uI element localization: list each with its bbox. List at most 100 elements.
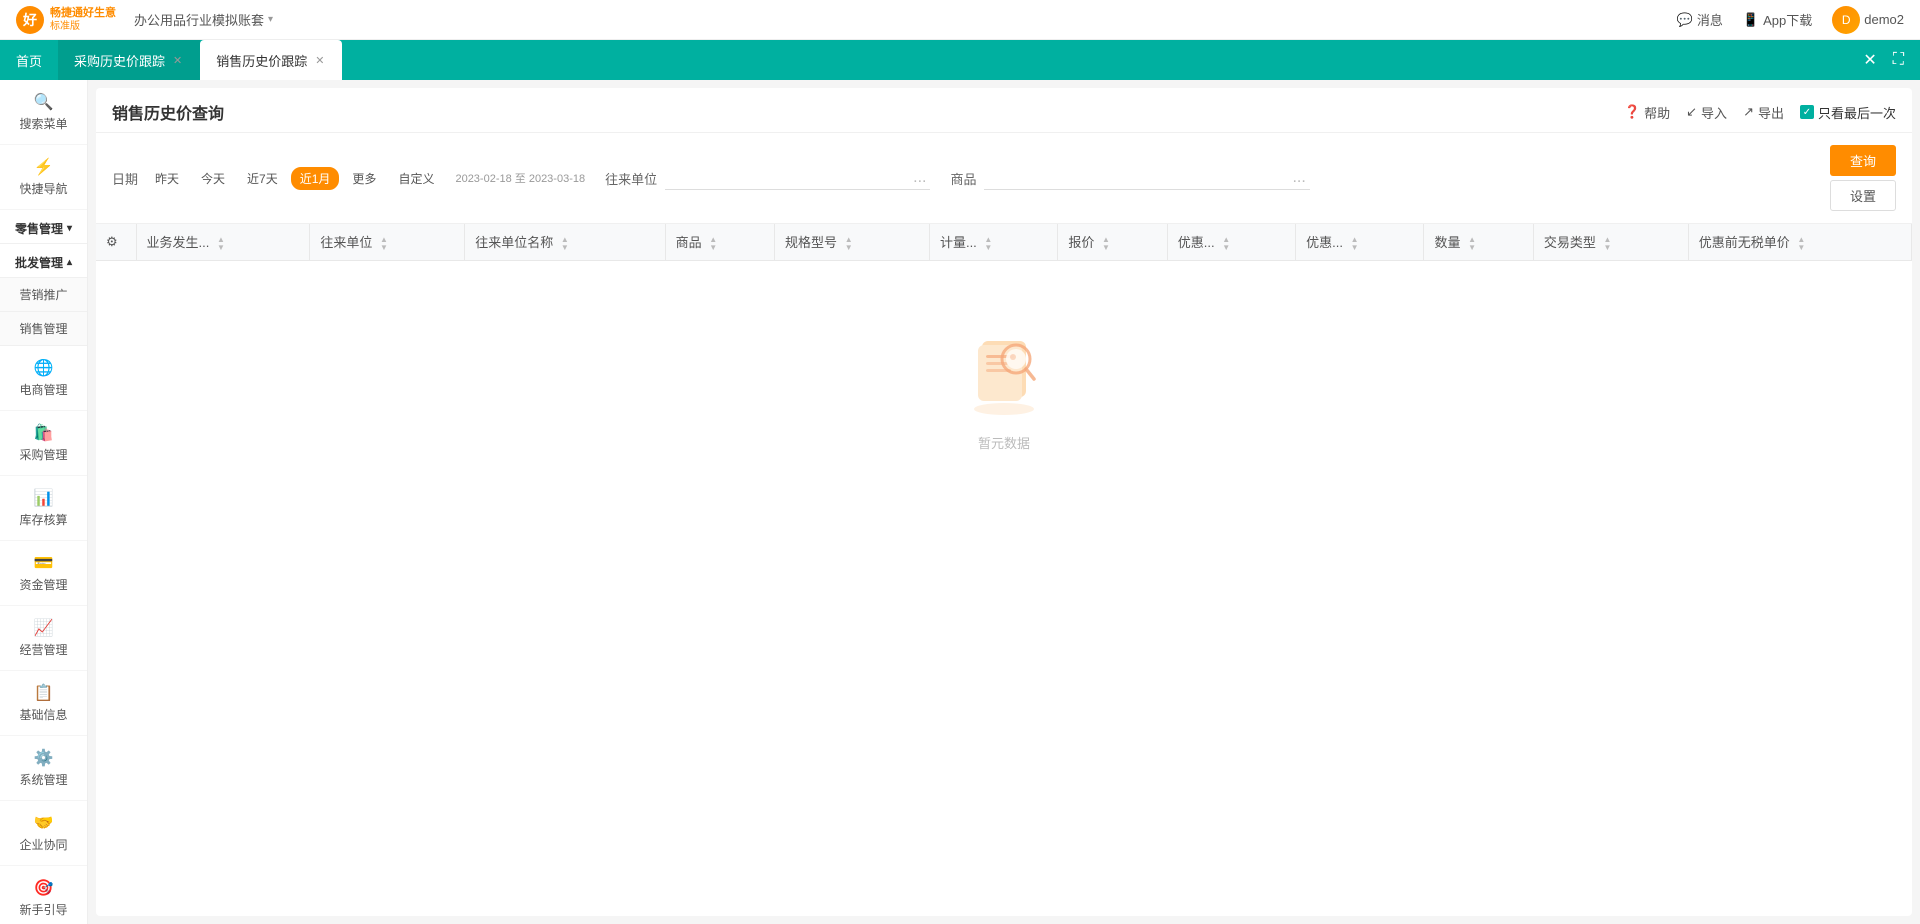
user-name: demo2 [1864, 12, 1904, 27]
sidebar-item-finance[interactable]: 💳 资金管理 [0, 541, 87, 606]
th-partner-code[interactable]: 往来单位 ▲▼ [310, 224, 465, 260]
date-btn-today[interactable]: 今天 [192, 167, 234, 190]
tab-purchase-history[interactable]: 采购历史价跟踪 ✕ [58, 40, 200, 80]
date-btn-1month[interactable]: 近1月 [291, 167, 340, 190]
sidebar-label-quick-nav: 快捷导航 [19, 180, 67, 197]
empty-icon [954, 321, 1054, 421]
sidebar-item-system[interactable]: ⚙️ 系统管理 [0, 736, 87, 801]
basic-info-icon: 📋 [34, 683, 54, 703]
sidebar-item-basic-info[interactable]: 📋 基础信息 [0, 671, 87, 736]
finance-icon: 💳 [34, 553, 54, 573]
import-icon: ↙ [1686, 104, 1697, 120]
sidebar-item-search-menu[interactable]: 🔍 搜索菜单 [0, 80, 87, 145]
th-product[interactable]: 商品 ▲▼ [665, 224, 774, 260]
date-btn-custom[interactable]: 自定义 [389, 167, 443, 190]
message-icon: 💬 [1677, 12, 1693, 28]
system-icon: ⚙️ [34, 748, 54, 768]
sidebar-item-operations[interactable]: 📈 经营管理 [0, 606, 87, 671]
help-button[interactable]: ❓ 帮助 [1624, 103, 1670, 122]
sidebar-item-marketing[interactable]: 营销推广 [0, 278, 87, 312]
tab-purchase-history-close[interactable]: ✕ [171, 52, 184, 69]
th-partner-name[interactable]: 往来单位名称 ▲▼ [465, 224, 665, 260]
date-options: 昨天 今天 近7天 近1月 更多 自定义 [146, 167, 443, 190]
product-label: 商品 [950, 169, 976, 188]
sidebar-label-system: 系统管理 [19, 771, 67, 788]
chevron-down-retail-icon: ▾ [67, 223, 72, 234]
sort-icon-partner-code: ▲▼ [380, 236, 388, 252]
app-selector[interactable]: 办公用品行业模拟账套 ▾ [126, 6, 281, 33]
sidebar-item-sales-mgmt[interactable]: 销售管理 [0, 312, 87, 346]
th-quantity[interactable]: 数量 ▲▼ [1424, 224, 1533, 260]
tab-sales-history-close[interactable]: ✕ [313, 52, 326, 69]
sidebar-label-search-menu: 搜索菜单 [19, 115, 67, 132]
app-download-button[interactable]: 📱 App下载 [1743, 10, 1812, 29]
sidebar-item-new-guide[interactable]: 🎯 新手引导 [0, 866, 87, 924]
product-input-wrap: ... [984, 167, 1309, 190]
sidebar-item-wholesale-mgmt[interactable]: 批发管理 ▴ [0, 244, 87, 278]
sort-icon-product: ▲▼ [709, 236, 717, 252]
sidebar-label-inventory: 库存核算 [19, 511, 67, 528]
operations-icon: 📈 [34, 618, 54, 638]
product-dots-button[interactable]: ... [1292, 169, 1305, 187]
app-name-label: 办公用品行业模拟账套 [134, 10, 264, 29]
action-buttons: 查询 设置 [1830, 145, 1896, 211]
tab-close-all-button[interactable]: ✕ [1859, 46, 1880, 74]
tab-fullscreen-button[interactable]: ⛶ [1889, 47, 1908, 73]
checkbox-icon: ✓ [1800, 105, 1814, 119]
sidebar-item-purchase[interactable]: 🛍️ 采购管理 [0, 411, 87, 476]
page-title: 销售历史价查询 [112, 100, 224, 124]
page-header: 销售历史价查询 ❓ 帮助 ↙ 导入 ↗ 导出 ✓ [96, 88, 1912, 133]
user-area[interactable]: D demo2 [1832, 6, 1904, 34]
product-input[interactable] [988, 170, 1288, 185]
export-button[interactable]: ↗ 导出 [1743, 103, 1784, 122]
app-download-label: App下载 [1763, 10, 1812, 29]
import-label: 导入 [1701, 103, 1727, 122]
logo-area: 好 畅捷通好生意 标准版 [16, 6, 116, 34]
only-last-label: 只看最后一次 [1818, 103, 1896, 122]
sidebar-label-purchase: 采购管理 [19, 446, 67, 463]
top-header: 好 畅捷通好生意 标准版 办公用品行业模拟账套 ▾ 💬 消息 📱 App下载 D… [0, 0, 1920, 40]
partner-input[interactable] [669, 170, 909, 185]
settings-button[interactable]: 设置 [1830, 180, 1896, 211]
only-last-checkbox[interactable]: ✓ 只看最后一次 [1800, 103, 1896, 122]
sidebar-label-operations: 经营管理 [19, 641, 67, 658]
sidebar-item-corp-agreement[interactable]: 🤝 企业协同 [0, 801, 87, 866]
sidebar-item-quick-nav[interactable]: ⚡ 快捷导航 [0, 145, 87, 210]
sort-icon-pretax-price: ▲▼ [1797, 236, 1805, 252]
partner-dots-button[interactable]: ... [913, 169, 926, 187]
th-quote[interactable]: 报价 ▲▼ [1058, 224, 1167, 260]
sidebar-item-ecommerce[interactable]: 🌐 电商管理 [0, 346, 87, 411]
sort-icon-quote: ▲▼ [1102, 236, 1110, 252]
sidebar-item-retail-mgmt[interactable]: 零售管理 ▾ [0, 210, 87, 244]
date-range-display: 2023-02-18 至 2023-03-18 [451, 170, 585, 186]
th-trade-type[interactable]: 交易类型 ▲▼ [1533, 224, 1688, 260]
query-button[interactable]: 查询 [1830, 145, 1896, 176]
help-label: 帮助 [1644, 103, 1670, 122]
th-discount2[interactable]: 优惠... ▲▼ [1296, 224, 1424, 260]
chevron-up-wholesale-icon: ▴ [67, 257, 72, 268]
sort-icon-spec: ▲▼ [845, 236, 853, 252]
empty-text: 暂元数据 [978, 433, 1030, 452]
th-discount1[interactable]: 优惠... ▲▼ [1167, 224, 1295, 260]
date-btn-more[interactable]: 更多 [343, 167, 385, 190]
th-settings[interactable]: ⚙ [96, 224, 136, 260]
sidebar-item-inventory[interactable]: 📊 库存核算 [0, 476, 87, 541]
message-button[interactable]: 💬 消息 [1677, 10, 1723, 29]
tab-bar-actions: ✕ ⛶ [1859, 46, 1920, 74]
message-label: 消息 [1697, 10, 1723, 29]
data-table: ⚙ 业务发生... ▲▼ 往来单位 ▲▼ 往来单位名称 [96, 224, 1912, 261]
th-spec[interactable]: 规格型号 ▲▼ [775, 224, 930, 260]
date-btn-last7[interactable]: 近7天 [238, 167, 287, 190]
content-area: 销售历史价查询 ❓ 帮助 ↙ 导入 ↗ 导出 ✓ [88, 80, 1920, 924]
import-button[interactable]: ↙ 导入 [1686, 103, 1727, 122]
date-btn-yesterday[interactable]: 昨天 [146, 167, 188, 190]
tab-home[interactable]: 首页 [0, 40, 58, 80]
tab-sales-history[interactable]: 销售历史价跟踪 ✕ [200, 40, 342, 80]
th-pretax-price[interactable]: 优惠前无税单价 ▲▼ [1688, 224, 1911, 260]
date-range-text: 2023-02-18 至 2023-03-18 [455, 170, 585, 186]
logo-icon: 好 [16, 6, 44, 34]
th-biz-date[interactable]: 业务发生... ▲▼ [136, 224, 310, 260]
page-container: 销售历史价查询 ❓ 帮助 ↙ 导入 ↗ 导出 ✓ [96, 88, 1912, 916]
sort-icon-discount1: ▲▼ [1222, 236, 1230, 252]
th-unit[interactable]: 计量... ▲▼ [929, 224, 1057, 260]
